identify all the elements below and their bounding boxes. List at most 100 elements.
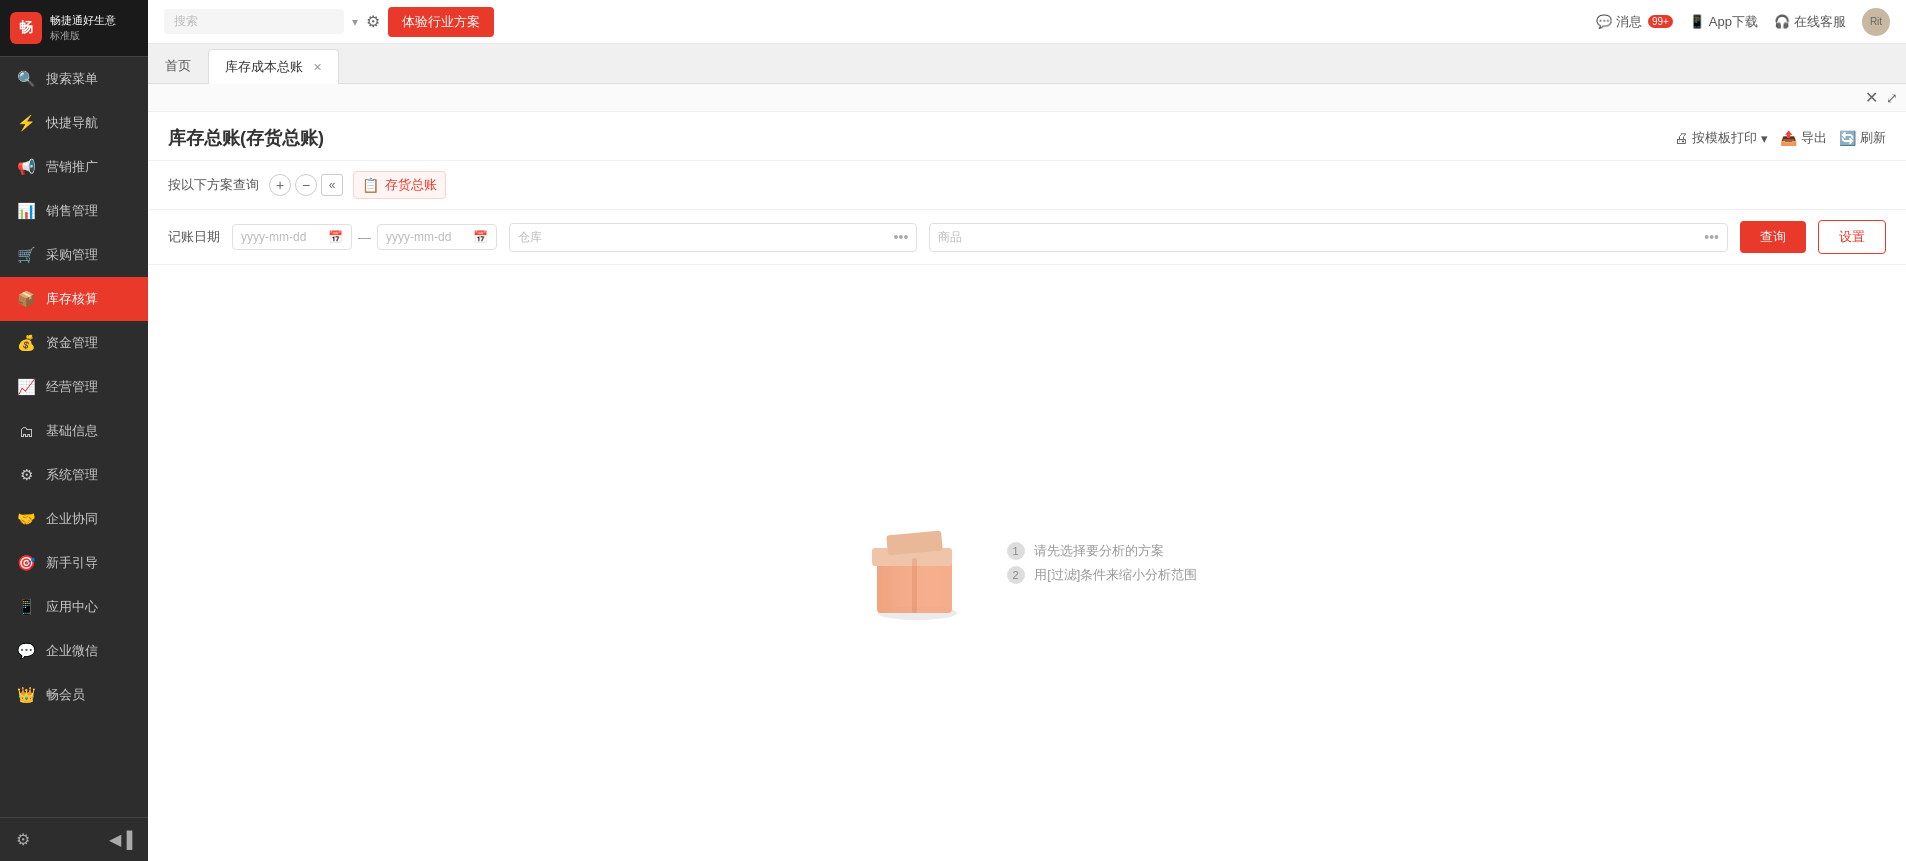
sidebar-item-system[interactable]: ⚙ 系统管理 [0, 453, 148, 497]
scheme-label: 存货总账 [385, 176, 437, 194]
filter-label: 按以下方案查询 [168, 176, 259, 194]
sidebar-item-apps[interactable]: 📱 应用中心 [0, 585, 148, 629]
app-download-btn[interactable]: 📱 App下载 [1689, 13, 1758, 31]
sidebar-item-member[interactable]: 👑 畅会员 [0, 673, 148, 717]
sidebar-item-search[interactable]: 🔍 搜索菜单 [0, 57, 148, 101]
export-icon: 📤 [1780, 130, 1797, 146]
date-input-group: yyyy-mm-dd 📅 — yyyy-mm-dd 📅 [232, 224, 497, 250]
sales-icon: 📊 [16, 201, 36, 221]
settings-icon[interactable]: ⚙ [16, 830, 30, 849]
product-select[interactable]: 商品 ••• [929, 223, 1728, 252]
sidebar-item-label: 经营管理 [46, 378, 98, 396]
user-avatar[interactable]: Rit [1862, 8, 1890, 36]
sidebar-item-coop[interactable]: 🤝 企业协同 [0, 497, 148, 541]
page-title: 库存总账(存货总账) [168, 126, 324, 150]
industry-btn[interactable]: 体验行业方案 [388, 7, 494, 37]
svg-rect-5 [912, 558, 917, 613]
quicknav-icon: ⚡ [16, 113, 36, 133]
print-btn[interactable]: 🖨 按模板打印 ▾ [1674, 129, 1768, 147]
message-icon: 💬 [1596, 14, 1612, 29]
filter-collapse-btn[interactable]: « [321, 174, 343, 196]
sidebar-item-label: 营销推广 [46, 158, 98, 176]
product-label: 商品 [938, 229, 962, 246]
search-icon: 🔍 [16, 69, 36, 89]
sidebar-bottom: ⚙ ◀▐ [0, 817, 148, 861]
scheme-icon: 📋 [362, 177, 379, 193]
sidebar-item-quicknav[interactable]: ⚡ 快捷导航 [0, 101, 148, 145]
sidebar-item-inventory[interactable]: 📦 库存核算 [0, 277, 148, 321]
topbar-chevron-icon[interactable]: ▾ [352, 15, 358, 29]
coop-icon: 🤝 [16, 509, 36, 529]
topbar-gear-icon[interactable]: ⚙ [366, 12, 380, 31]
marketing-icon: 📢 [16, 157, 36, 177]
filter-add-btn[interactable]: + [269, 174, 291, 196]
filter-remove-btn[interactable]: − [295, 174, 317, 196]
content-area: ✕ ⤢ 库存总账(存货总账) 🖨 按模板打印 ▾ 📤 导出 🔄 刷新 [148, 84, 1906, 861]
logo-icon: 畅 [10, 12, 42, 44]
date-end-placeholder: yyyy-mm-dd [386, 230, 451, 244]
empty-state: 1 请先选择要分析的方案 2 用[过滤]条件来缩小分析范围 [148, 265, 1906, 861]
online-support-btn[interactable]: 🎧 在线客服 [1774, 13, 1846, 31]
content-topbar: ✕ ⤢ [148, 84, 1906, 112]
export-btn[interactable]: 📤 导出 [1780, 129, 1827, 147]
warehouse-select[interactable]: 仓库 ••• [509, 223, 917, 252]
expand-panel-btn[interactable]: ⤢ [1886, 90, 1898, 106]
print-dropdown-icon[interactable]: ▾ [1761, 131, 1768, 146]
sidebar-scroll: 🔍 搜索菜单 ⚡ 快捷导航 📢 营销推广 📊 销售管理 🛒 采购管理 📦 库存核… [0, 57, 148, 817]
calendar-end-icon[interactable]: 📅 [473, 230, 488, 244]
tab-close-icon[interactable]: ✕ [313, 61, 322, 73]
empty-text: 1 请先选择要分析的方案 2 用[过滤]条件来缩小分析范围 [1007, 536, 1198, 590]
date-end-input[interactable]: yyyy-mm-dd 📅 [377, 224, 497, 250]
sidebar-item-label: 畅会员 [46, 686, 85, 704]
refresh-btn[interactable]: 🔄 刷新 [1839, 129, 1886, 147]
operations-icon: 📈 [16, 377, 36, 397]
scheme-item[interactable]: 📋 存货总账 [353, 171, 446, 199]
sidebar-item-marketing[interactable]: 📢 营销推广 [0, 145, 148, 189]
step-1-num: 1 [1007, 542, 1025, 560]
sidebar: 畅 畅捷通好生意 标准版 🔍 搜索菜单 ⚡ 快捷导航 📢 营销推广 📊 销售管理… [0, 0, 148, 861]
sidebar-item-label: 资金管理 [46, 334, 98, 352]
message-btn[interactable]: 💬 消息 99+ [1596, 13, 1673, 31]
support-icon: 🎧 [1774, 14, 1790, 29]
filter-area: 按以下方案查询 + − « 📋 存货总账 [148, 161, 1906, 210]
sidebar-item-operations[interactable]: 📈 经营管理 [0, 365, 148, 409]
sidebar-item-purchase[interactable]: 🛒 采购管理 [0, 233, 148, 277]
topbar-search[interactable]: 搜索 [164, 9, 344, 34]
date-start-input[interactable]: yyyy-mm-dd 📅 [232, 224, 352, 250]
inventory-icon: 📦 [16, 289, 36, 309]
filter-actions: + − « [269, 174, 343, 196]
purchase-icon: 🛒 [16, 245, 36, 265]
query-btn[interactable]: 查询 [1740, 221, 1806, 253]
app-badge: 标准版 [50, 29, 116, 43]
sidebar-item-basic[interactable]: 🗂 基础信息 [0, 409, 148, 453]
sidebar-item-label: 快捷导航 [46, 114, 98, 132]
message-badge: 99+ [1648, 15, 1673, 28]
sidebar-item-wechat[interactable]: 💬 企业微信 [0, 629, 148, 673]
app-logo: 畅 畅捷通好生意 标准版 [0, 0, 148, 57]
sidebar-item-label: 库存核算 [46, 290, 98, 308]
sidebar-item-label: 销售管理 [46, 202, 98, 220]
warehouse-more-icon[interactable]: ••• [894, 229, 909, 245]
tabs-bar: 首页 库存成本总账 ✕ [148, 44, 1906, 84]
tab-home[interactable]: 首页 [148, 48, 208, 83]
sidebar-item-label: 企业协同 [46, 510, 98, 528]
wechat-icon: 💬 [16, 641, 36, 661]
date-separator: — [358, 230, 371, 245]
sidebar-item-finance[interactable]: 💰 资金管理 [0, 321, 148, 365]
sidebar-item-sales[interactable]: 📊 销售管理 [0, 189, 148, 233]
step-2-num: 2 [1007, 566, 1025, 584]
product-more-icon[interactable]: ••• [1704, 229, 1719, 245]
sidebar-item-label: 企业微信 [46, 642, 98, 660]
close-panel-btn[interactable]: ✕ [1865, 88, 1878, 107]
sidebar-item-guide[interactable]: 🎯 新手引导 [0, 541, 148, 585]
tab-inventory-cost[interactable]: 库存成本总账 ✕ [208, 49, 339, 84]
calendar-start-icon[interactable]: 📅 [328, 230, 343, 244]
finance-icon: 💰 [16, 333, 36, 353]
settings-btn[interactable]: 设置 [1818, 220, 1886, 254]
basic-icon: 🗂 [16, 421, 36, 441]
sidebar-item-label: 系统管理 [46, 466, 98, 484]
sidebar-item-label: 搜索菜单 [46, 70, 98, 88]
empty-hint-1: 1 请先选择要分析的方案 [1007, 542, 1198, 560]
download-icon: 📱 [1689, 14, 1705, 29]
collapse-icon[interactable]: ◀▐ [109, 830, 132, 849]
